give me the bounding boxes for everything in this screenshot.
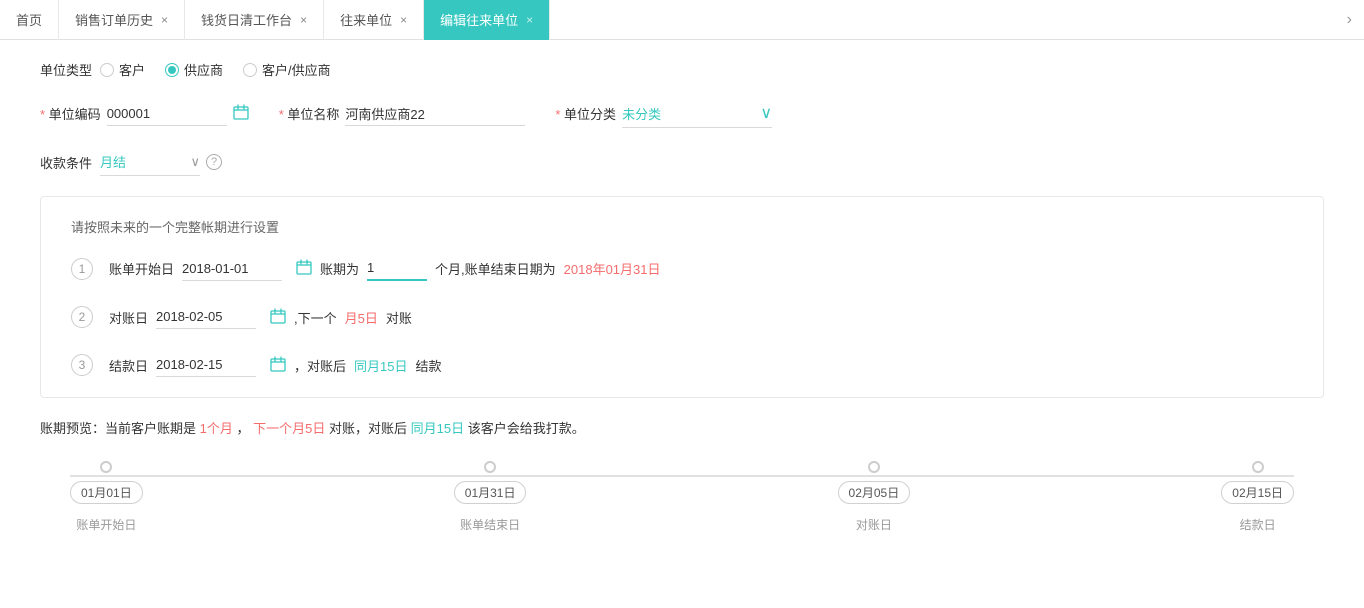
timeline-item-0: 01月01日 账单开始日 bbox=[70, 461, 143, 533]
preview-row: 账期预览：当前客户账期是 1个月 ， 下一个月5日 对账，对账后 同月15日 该… bbox=[40, 418, 1324, 437]
step-1-num: 1 bbox=[71, 258, 93, 280]
preview-sep1: ， bbox=[237, 421, 250, 436]
unit-type-label: 单位类型 bbox=[40, 60, 92, 79]
radio-both[interactable]: 客户/供应商 bbox=[243, 60, 331, 79]
tab-more-button[interactable]: › bbox=[1335, 11, 1364, 29]
timeline-sub-2: 对账日 bbox=[856, 516, 892, 533]
unit-type-row: 单位类型 客户 供应商 客户/供应商 bbox=[40, 60, 1324, 79]
payment-select[interactable]: 月结 ∨ bbox=[100, 148, 200, 176]
unit-code-label: 单位编码 bbox=[40, 104, 101, 123]
step-3-num: 3 bbox=[71, 354, 93, 376]
timeline-dot-2 bbox=[868, 461, 880, 473]
preview-sep2: 对账，对账后 bbox=[329, 421, 407, 436]
timeline-item-3: 02月15日 结款日 bbox=[1221, 461, 1294, 533]
close-icon[interactable]: × bbox=[161, 13, 168, 27]
timeline-label-0: 01月01日 bbox=[70, 481, 143, 504]
radio-circle-customer bbox=[100, 63, 114, 77]
unit-name-label: 单位名称 bbox=[279, 104, 340, 123]
timeline-item-2: 02月05日 对账日 bbox=[838, 461, 911, 533]
timeline-label-3: 02月15日 bbox=[1221, 481, 1294, 504]
step-1-highlight-date: 2018年01月31日 bbox=[564, 259, 661, 278]
unit-code-input[interactable] bbox=[107, 102, 227, 126]
help-icon[interactable]: ? bbox=[206, 154, 222, 170]
timeline-container: 01月01日 账单开始日 01月31日 账单结束日 02月05日 对账日 02月… bbox=[40, 461, 1324, 533]
step-1-row: 1 账单开始日 账期为 个月,账单结束日期为 2018年01月31日 bbox=[71, 256, 1293, 281]
step-3-row: 3 结款日 ，对账后 同月15日 结款 bbox=[71, 353, 1293, 377]
unit-category-group: 单位分类 未分类 ∨ bbox=[555, 99, 772, 128]
timeline-item-1: 01月31日 账单结束日 bbox=[454, 461, 527, 533]
step-1-date-input[interactable] bbox=[182, 257, 282, 281]
step-2-num: 2 bbox=[71, 306, 93, 328]
timeline-dot-1 bbox=[484, 461, 496, 473]
radio-customer[interactable]: 客户 bbox=[100, 60, 145, 79]
timeline-sub-1: 账单结束日 bbox=[460, 516, 520, 533]
tabs-bar: 首页 销售订单历史 × 钱货日清工作台 × 往来单位 × 编辑往来单位 × › bbox=[0, 0, 1364, 40]
radio-label-both: 客户/供应商 bbox=[262, 60, 331, 79]
step-1-after: 账期为 bbox=[320, 259, 359, 278]
step-2-content: 对账日 ,下一个 月5日 对账 bbox=[109, 305, 412, 329]
radio-label-customer: 客户 bbox=[119, 60, 145, 79]
unit-category-select[interactable]: 未分类 ∨ bbox=[622, 99, 772, 128]
payment-label: 收款条件 bbox=[40, 153, 92, 172]
radio-supplier[interactable]: 供应商 bbox=[165, 60, 223, 79]
step-3-content: 结款日 ，对账后 同月15日 结款 bbox=[109, 353, 442, 377]
payment-row: 收款条件 月结 ∨ ? bbox=[40, 148, 1324, 176]
step-1-content: 账单开始日 账期为 个月,账单结束日期为 2018年01月31日 bbox=[109, 256, 661, 281]
chevron-down-icon: ∨ bbox=[191, 154, 201, 170]
preview-part2: 下一个月5日 bbox=[253, 421, 325, 436]
section-title: 请按照未来的一个完整帐期进行设置 bbox=[71, 217, 1293, 236]
timeline-label-1: 01月31日 bbox=[454, 481, 527, 504]
preview-end: 该客户会给我打款。 bbox=[468, 421, 585, 436]
main-content: 单位类型 客户 供应商 客户/供应商 单位编码 bbox=[0, 40, 1364, 608]
unit-category-label: 单位分类 bbox=[555, 104, 616, 123]
step-1-num-input[interactable] bbox=[367, 256, 427, 281]
fields-row: 单位编码 单位名称 单位分类 未分类 ∨ bbox=[40, 99, 1324, 128]
tab-home[interactable]: 首页 bbox=[0, 0, 59, 40]
unit-code-icon[interactable] bbox=[233, 104, 249, 123]
period-settings-box: 请按照未来的一个完整帐期进行设置 1 账单开始日 账期为 个月,账单结束日期为 … bbox=[40, 196, 1324, 398]
preview-part1: 1个月 bbox=[200, 421, 233, 436]
unit-category-value: 未分类 bbox=[622, 104, 760, 123]
step-2-comma: ,下一个 bbox=[294, 308, 337, 327]
timeline-dot-3 bbox=[1252, 461, 1264, 473]
step-1-unit: 个月,账单结束日期为 bbox=[435, 259, 556, 278]
step-3-cal-icon[interactable] bbox=[270, 356, 286, 375]
payment-value: 月结 bbox=[100, 152, 190, 171]
close-icon[interactable]: × bbox=[400, 13, 407, 27]
tab-cash-workbench[interactable]: 钱货日清工作台 × bbox=[185, 0, 324, 40]
preview-label: 账期预览：当前客户账期是 bbox=[40, 421, 196, 436]
step-3-after: ，对账后 bbox=[294, 356, 346, 375]
step-3-date-input[interactable] bbox=[156, 353, 256, 377]
step-1-label: 账单开始日 bbox=[109, 259, 174, 278]
timeline-sub-3: 结款日 bbox=[1240, 516, 1276, 533]
timeline-label-2: 02月05日 bbox=[838, 481, 911, 504]
timeline-sub-0: 账单开始日 bbox=[76, 516, 136, 533]
step-3-suffix: 结款 bbox=[416, 356, 442, 375]
step-2-date-input[interactable] bbox=[156, 305, 256, 329]
radio-circle-both bbox=[243, 63, 257, 77]
close-icon[interactable]: × bbox=[300, 13, 307, 27]
chevron-down-icon: ∨ bbox=[760, 103, 772, 123]
step-2-cal-icon[interactable] bbox=[270, 308, 286, 327]
unit-name-input[interactable] bbox=[345, 102, 525, 126]
step-2-suffix: 对账 bbox=[386, 308, 412, 327]
unit-type-radio-group: 客户 供应商 客户/供应商 bbox=[100, 60, 331, 79]
close-icon[interactable]: × bbox=[526, 13, 533, 27]
timeline-dot-0 bbox=[100, 461, 112, 473]
tab-edit-partner[interactable]: 编辑往来单位 × bbox=[424, 0, 550, 40]
tab-sales-history[interactable]: 销售订单历史 × bbox=[59, 0, 185, 40]
unit-code-group: 单位编码 bbox=[40, 102, 249, 126]
step-2-day: 月5日 bbox=[345, 308, 378, 327]
step-2-label: 对账日 bbox=[109, 308, 148, 327]
radio-label-supplier: 供应商 bbox=[184, 60, 223, 79]
radio-circle-supplier bbox=[165, 63, 179, 77]
step-3-day: 同月15日 bbox=[354, 356, 407, 375]
tab-partner[interactable]: 往来单位 × bbox=[324, 0, 424, 40]
step-1-cal-icon[interactable] bbox=[296, 259, 312, 278]
preview-part3: 同月15日 bbox=[411, 421, 464, 436]
step-2-row: 2 对账日 ,下一个 月5日 对账 bbox=[71, 305, 1293, 329]
step-3-label: 结款日 bbox=[109, 356, 148, 375]
timeline-items: 01月01日 账单开始日 01月31日 账单结束日 02月05日 对账日 02月… bbox=[70, 461, 1294, 533]
unit-name-group: 单位名称 bbox=[279, 102, 526, 126]
